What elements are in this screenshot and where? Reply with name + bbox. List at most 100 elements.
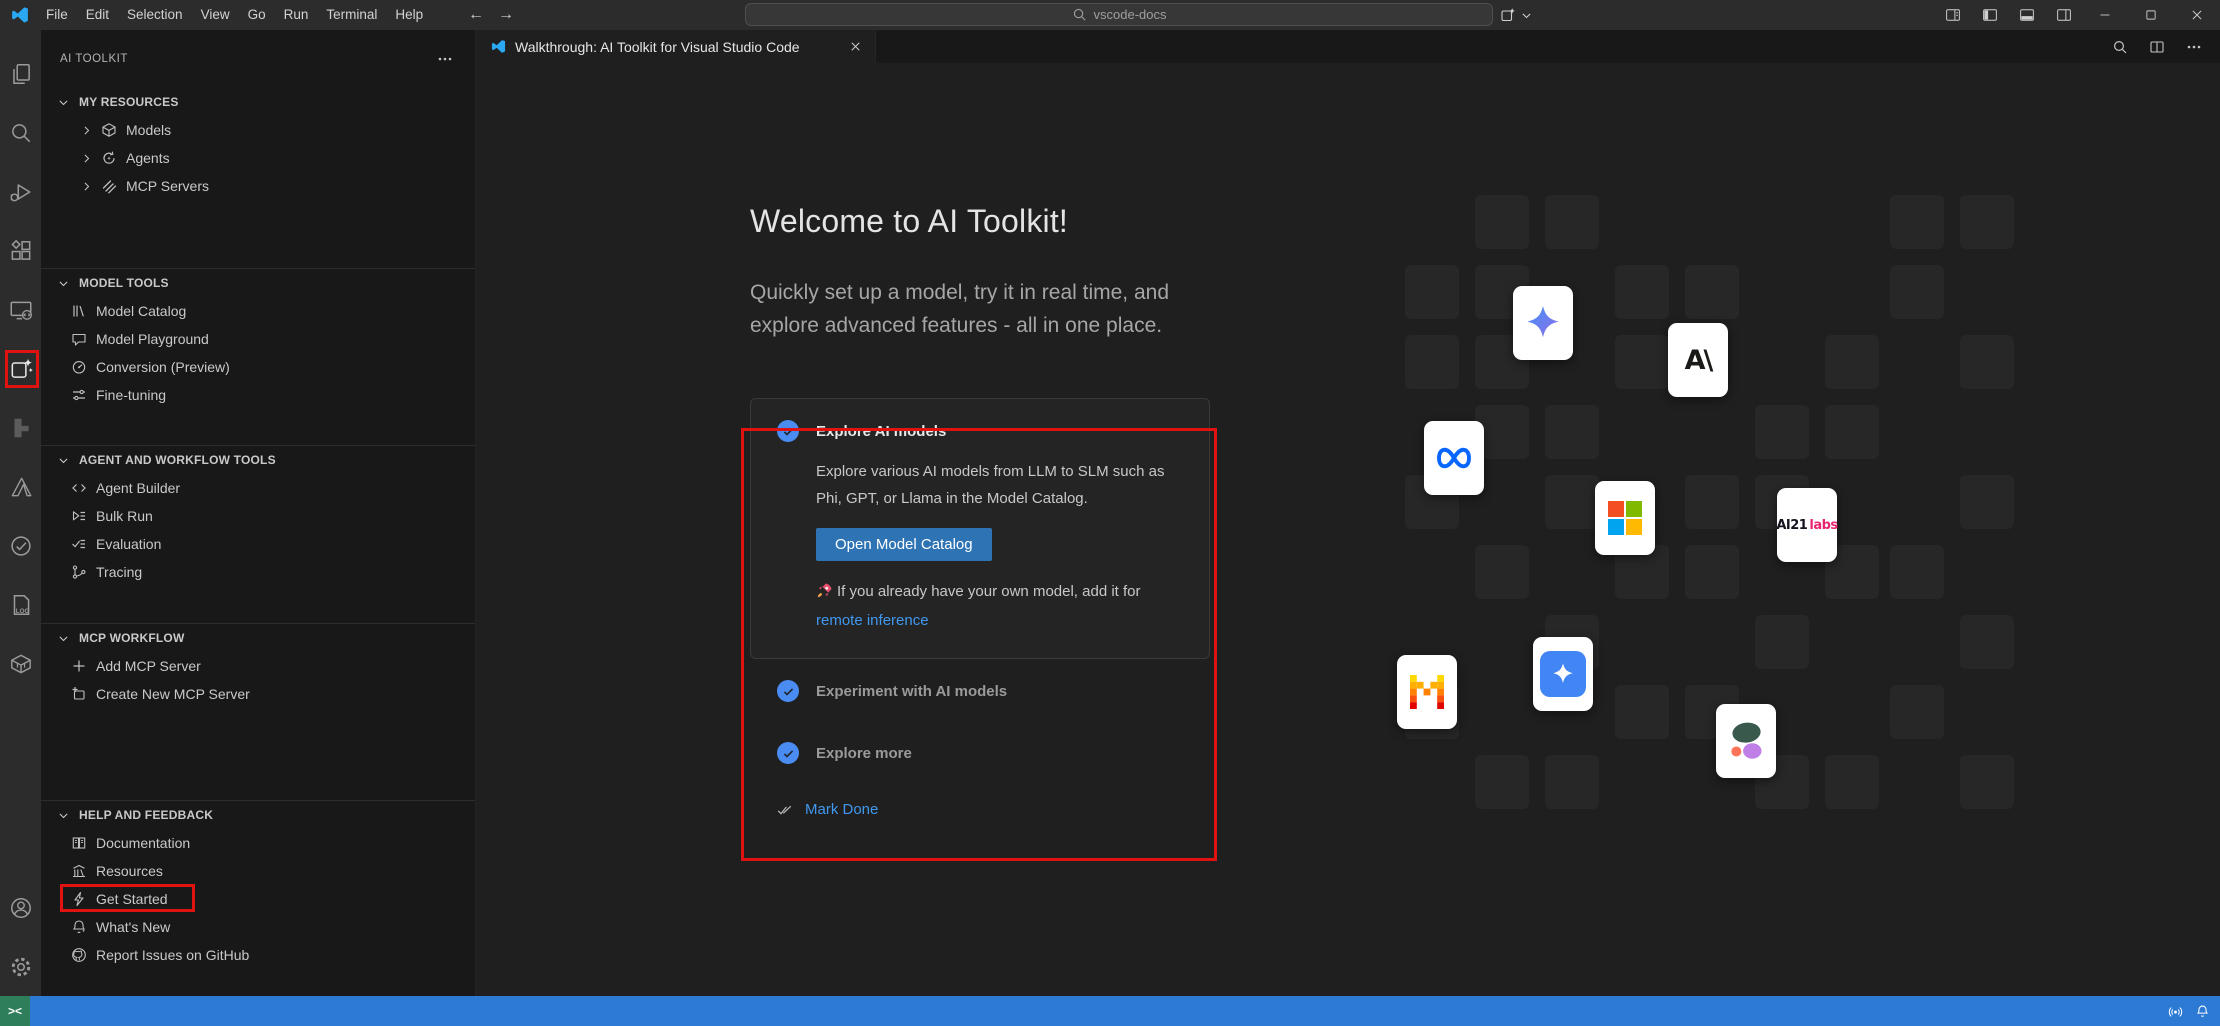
sidebar-item-add-mcp-server[interactable]: Add MCP Server: [41, 652, 475, 680]
decorative-square: [1960, 615, 2014, 669]
sidebar-item-get-started[interactable]: Get Started: [41, 885, 475, 913]
decorative-square: [1475, 545, 1529, 599]
menu-edit[interactable]: Edit: [77, 0, 118, 30]
section-header-model-tools[interactable]: MODEL TOOLS: [41, 269, 475, 297]
sidebar-item-label: MCP Servers: [126, 178, 209, 194]
copilot-menu[interactable]: [1500, 0, 1533, 30]
notifications-bell-icon[interactable]: [2195, 1004, 2210, 1019]
chevron-right-icon[interactable]: [80, 124, 93, 137]
testing-icon[interactable]: [0, 516, 41, 575]
run-debug-icon[interactable]: [0, 162, 41, 221]
azure-foundry-icon[interactable]: [0, 398, 41, 457]
menu-terminal[interactable]: Terminal: [317, 0, 386, 30]
settings-icon[interactable]: [0, 937, 41, 996]
back-icon[interactable]: ←: [468, 6, 484, 24]
ai-toolkit-icon[interactable]: [0, 339, 41, 398]
find-icon[interactable]: [2112, 39, 2128, 55]
sidebar-item-documentation[interactable]: Documentation: [41, 829, 475, 857]
section-header-my-resources[interactable]: MY RESOURCES: [41, 88, 475, 116]
chevron-right-icon[interactable]: [80, 152, 93, 165]
sidebar-item-conversion-preview[interactable]: Conversion (Preview): [41, 353, 475, 381]
section-header-agent-and-workflow-tools[interactable]: AGENT AND WORKFLOW TOOLS: [41, 446, 475, 474]
sidebar-item-model-playground[interactable]: Model Playground: [41, 325, 475, 353]
decorative-square: [1545, 475, 1599, 529]
sidebar-item-bulk-run[interactable]: Bulk Run: [41, 502, 475, 530]
remote-explorer-icon[interactable]: [0, 280, 41, 339]
tab-close-icon[interactable]: [848, 39, 863, 54]
checked-circle-icon[interactable]: [777, 742, 799, 764]
search-icon: [1072, 7, 1087, 22]
open-model-catalog-button[interactable]: Open Model Catalog: [816, 528, 992, 561]
search-icon[interactable]: [0, 103, 41, 162]
decorative-square: [1890, 195, 1944, 249]
close-button[interactable]: [2174, 0, 2220, 30]
microsoft-logo: [1595, 481, 1655, 555]
remote-indicator[interactable]: ><: [0, 996, 30, 1026]
decorative-square: [1755, 405, 1809, 459]
sidebar-item-report-issues-on-github[interactable]: Report Issues on GitHub: [41, 941, 475, 969]
menu-selection[interactable]: Selection: [118, 0, 192, 30]
sidebar-item-resources[interactable]: Resources: [41, 857, 475, 885]
tab-title: Walkthrough: AI Toolkit for Visual Studi…: [515, 39, 800, 55]
decorative-square: [1890, 545, 1944, 599]
step-header[interactable]: Explore AI models: [777, 420, 1183, 442]
menu-go[interactable]: Go: [239, 0, 275, 30]
sidebar-item-tracing[interactable]: Tracing: [41, 558, 475, 586]
menu-file[interactable]: File: [37, 0, 77, 30]
customize-layout-icon[interactable]: [1934, 0, 1971, 30]
sidebar-title: AI TOOLKIT: [60, 53, 128, 65]
maximize-button[interactable]: [2128, 0, 2174, 30]
sidebar-item-agents[interactable]: Agents: [41, 144, 475, 172]
toggle-secondary-sidebar-icon[interactable]: [2045, 0, 2082, 30]
forward-icon[interactable]: →: [498, 6, 514, 24]
mark-done-link[interactable]: Mark Done: [805, 801, 878, 818]
command-center-search[interactable]: vscode-docs: [745, 3, 1493, 26]
checked-circle-icon[interactable]: [777, 680, 799, 702]
sidebar-item-fine-tuning[interactable]: Fine-tuning: [41, 381, 475, 409]
sidebar-item-label: Agents: [126, 150, 170, 166]
section-header-help-and-feedback[interactable]: HELP AND FEEDBACK: [41, 801, 475, 829]
explorer-icon[interactable]: [0, 44, 41, 103]
step-experiment-with-ai-models[interactable]: Experiment with AI models: [750, 673, 1210, 709]
remote-inference-link[interactable]: remote inference: [816, 612, 929, 629]
menu-view[interactable]: View: [192, 0, 239, 30]
decorative-square: [1755, 615, 1809, 669]
walkthrough-checklist: Explore AI models Explore various AI mod…: [750, 398, 1210, 818]
more-actions-icon[interactable]: [2186, 39, 2202, 55]
decorative-square: [1685, 265, 1739, 319]
sidebar-item-models[interactable]: Models: [41, 116, 475, 144]
section-header-label: MCP WORKFLOW: [79, 631, 185, 645]
sidebar-item-what-s-new[interactable]: What's New: [41, 913, 475, 941]
sidebar-item-agent-builder[interactable]: Agent Builder: [41, 474, 475, 502]
toggle-panel-icon[interactable]: [2008, 0, 2045, 30]
sidebar-more-actions-icon[interactable]: [437, 51, 453, 67]
output-log-icon[interactable]: [0, 575, 41, 634]
step-explore-more[interactable]: Explore more: [750, 735, 1210, 771]
toggle-sidebar-icon[interactable]: [1971, 0, 2008, 30]
bulk-run-icon: [71, 508, 87, 524]
rocket-icon: [816, 582, 833, 608]
decorative-square: [1890, 685, 1944, 739]
sidebar-section-mcp-workflow: MCP WORKFLOW Add MCP ServerCreate New MCP…: [41, 623, 475, 800]
sidebar-item-evaluation[interactable]: Evaluation: [41, 530, 475, 558]
chevron-right-icon[interactable]: [80, 180, 93, 193]
minimize-button[interactable]: [2082, 0, 2128, 30]
extensions-icon[interactable]: [0, 221, 41, 280]
azure-icon[interactable]: [0, 457, 41, 516]
accounts-icon[interactable]: [0, 878, 41, 937]
tab-walkthrough[interactable]: Walkthrough: AI Toolkit for Visual Studi…: [476, 30, 876, 63]
menu-help[interactable]: Help: [386, 0, 432, 30]
sidebar-item-create-new-mcp-server[interactable]: Create New MCP Server: [41, 680, 475, 708]
code-icon: [71, 480, 87, 496]
sidebar-item-model-catalog[interactable]: Model Catalog: [41, 297, 475, 325]
sidebar-section-agent-and-workflow-tools: AGENT AND WORKFLOW TOOLSAgent BuilderBul…: [41, 445, 475, 623]
split-editor-icon[interactable]: [2149, 39, 2165, 55]
decorative-square: [1615, 685, 1669, 739]
checked-circle-icon[interactable]: [777, 420, 799, 442]
tab-bar: Walkthrough: AI Toolkit for Visual Studi…: [476, 30, 2220, 63]
menu-run[interactable]: Run: [275, 0, 318, 30]
containers-icon[interactable]: [0, 634, 41, 693]
section-header-mcp-workflow[interactable]: MCP WORKFLOW: [41, 624, 475, 652]
sidebar-item-mcp-servers[interactable]: MCP Servers: [41, 172, 475, 200]
broadcast-icon[interactable]: [2168, 1004, 2183, 1019]
